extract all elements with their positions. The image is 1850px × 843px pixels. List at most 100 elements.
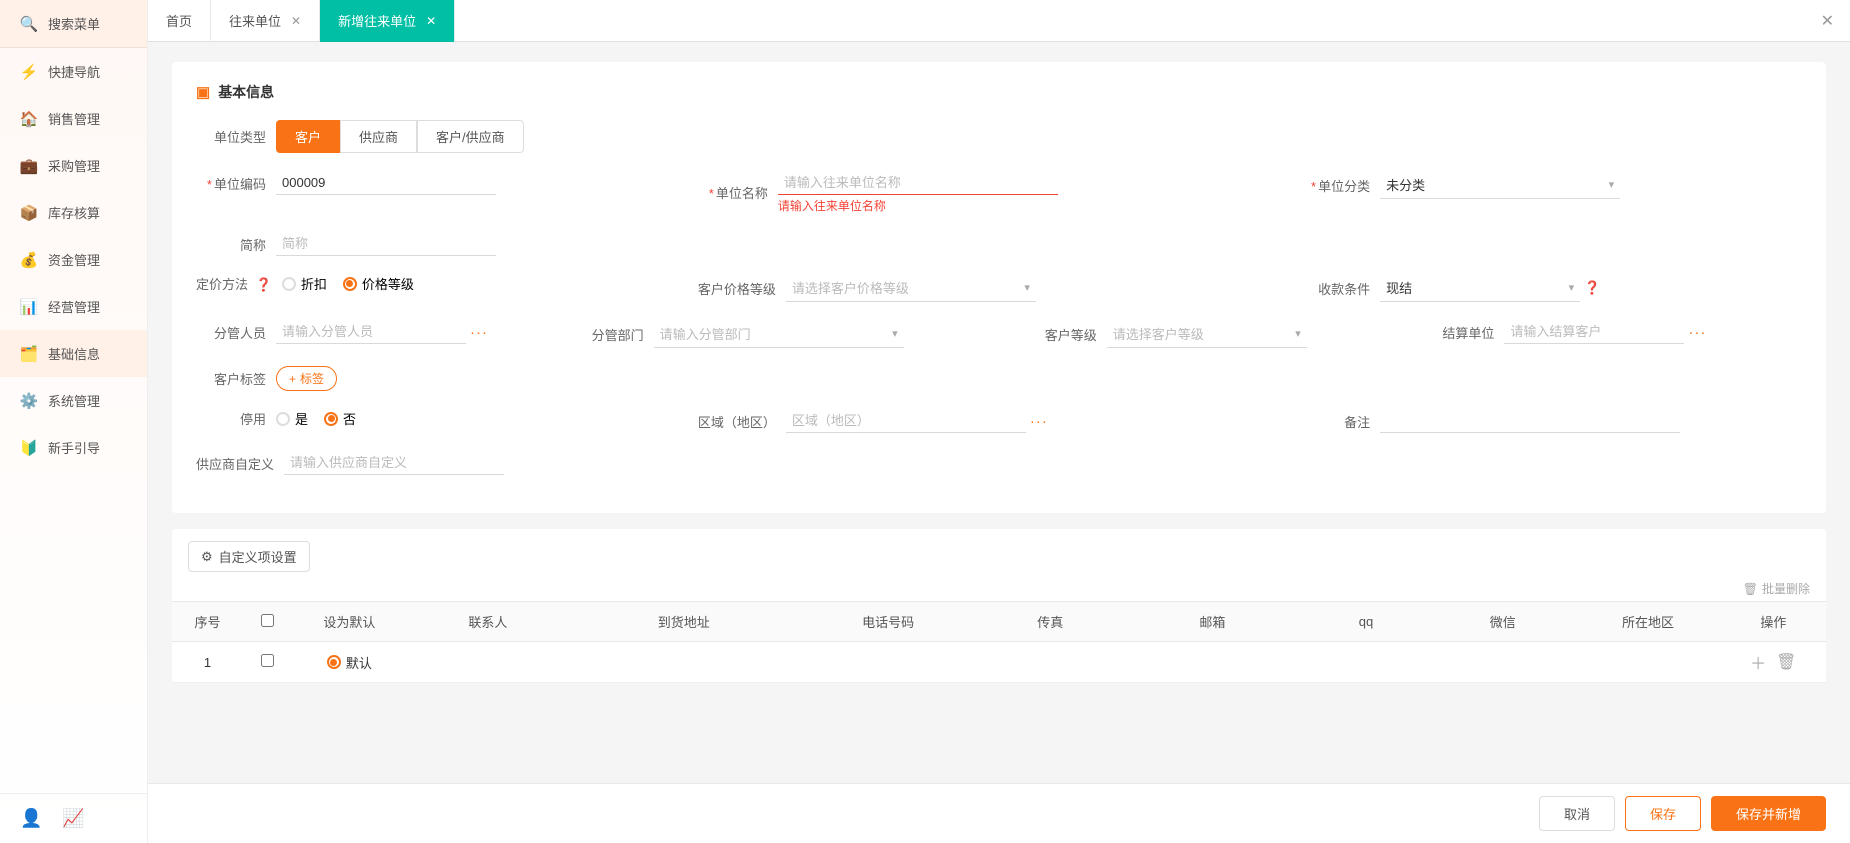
department-select[interactable]: 请输入分管部门 ▾	[654, 320, 904, 348]
pricing-method-field: 定价方法 ❓ 折扣 价格等级	[196, 274, 698, 293]
main-content: 首页 往来单位 ✕ 新增往来单位 ✕ ✕ ▣ 基本信息 单位类型	[148, 0, 1850, 843]
settlement-more-button[interactable]: ···	[1688, 324, 1706, 341]
table-toolbar: 🗑 批量删除	[172, 572, 1826, 601]
short-name-field: 简称	[196, 232, 1802, 256]
save-button[interactable]: 保存	[1625, 796, 1701, 831]
radio-price-level[interactable]: 价格等级	[343, 274, 414, 293]
sidebar-item-operation[interactable]: 📊 经营管理	[0, 283, 147, 330]
manager-more-button[interactable]: ···	[470, 324, 488, 341]
manager-field: 分管人员 ···	[196, 320, 574, 344]
plus-icon: +	[289, 372, 296, 386]
short-name-input[interactable]	[276, 232, 496, 256]
address-input[interactable]	[624, 655, 744, 670]
unit-category-select[interactable]: 未分类 ▾	[1380, 171, 1620, 199]
col-contact: 联系人	[407, 602, 569, 642]
user-icon[interactable]: 👤	[20, 808, 42, 829]
tab-new-counterparty[interactable]: 新增往来单位 ✕	[320, 0, 455, 42]
cell-contact[interactable]	[407, 642, 569, 683]
chevron-payment-icon: ▾	[1569, 281, 1575, 294]
radio-yes[interactable]: 是	[276, 409, 308, 428]
window-close-button[interactable]: ✕	[1805, 11, 1850, 31]
sidebar-item-sales[interactable]: 🏠 销售管理	[0, 95, 147, 142]
default-radio[interactable]: 默认	[300, 653, 399, 672]
cell-wechat[interactable]	[1430, 642, 1575, 683]
region-table-input[interactable]	[1613, 655, 1683, 670]
add-row-button[interactable]: ＋	[1750, 650, 1766, 674]
contacts-table: 序号 设为默认 联系人 到货地址 电话号码 传真 邮箱 qq 微信 所在地区 操…	[172, 601, 1826, 683]
phone-input[interactable]	[843, 655, 933, 670]
tab-new-counterparty-close[interactable]: ✕	[426, 15, 436, 27]
sidebar-item-inventory[interactable]: 📦 库存核算	[0, 189, 147, 236]
tab-counterparty-close[interactable]: ✕	[291, 15, 301, 27]
pricing-help-icon[interactable]: ❓	[256, 277, 272, 292]
customer-level-select[interactable]: 请选择客户等级 ▾	[1107, 320, 1307, 348]
unit-type-customer[interactable]: 客户	[276, 120, 340, 153]
sidebar-item-system[interactable]: ⚙️ 系统管理	[0, 377, 147, 424]
payment-terms-select[interactable]: 现结 ▾	[1380, 274, 1580, 302]
cell-fax[interactable]	[978, 642, 1123, 683]
unit-code-input[interactable]	[276, 171, 496, 195]
row-actions: ＋ 🗑	[1729, 650, 1818, 674]
region-input[interactable]	[786, 409, 1026, 433]
customer-price-level-select[interactable]: 请选择客户价格等级 ▾	[786, 274, 1036, 302]
unit-type-label: 单位类型	[196, 127, 276, 146]
sidebar-item-search[interactable]: 🔍 搜索菜单	[0, 0, 147, 48]
unit-code-field: *单位编码	[196, 171, 698, 195]
cell-qq[interactable]	[1302, 642, 1430, 683]
manager-input[interactable]	[276, 320, 466, 344]
customer-level-label: 客户等级	[1027, 325, 1107, 344]
row-checkbox[interactable]	[261, 654, 274, 667]
col-region: 所在地区	[1575, 602, 1720, 642]
tab-counterparty[interactable]: 往来单位 ✕	[211, 0, 320, 42]
tab-home[interactable]: 首页	[148, 0, 211, 42]
cell-email[interactable]	[1123, 642, 1302, 683]
custom-settings-button[interactable]: ⚙ 自定义项设置	[188, 541, 310, 572]
payment-help-icon[interactable]: ❓	[1584, 280, 1600, 296]
save-and-new-button[interactable]: 保存并新增	[1711, 796, 1826, 831]
custom-settings-row: ⚙ 自定义项设置	[172, 529, 1826, 572]
disabled-field: 停用 是 否	[196, 409, 698, 428]
unit-type-supplier[interactable]: 供应商	[340, 120, 417, 153]
customer-price-level-label: 客户价格等级	[698, 279, 786, 298]
remarks-input[interactable]	[1380, 409, 1680, 433]
batch-delete-icon: 🗑	[1743, 582, 1758, 596]
sidebar-item-guide[interactable]: 🔰 新手引导	[0, 424, 147, 471]
cell-phone[interactable]	[799, 642, 978, 683]
manager-label: 分管人员	[196, 323, 276, 342]
chevron-level-icon: ▾	[1295, 327, 1301, 340]
cell-region[interactable]	[1575, 642, 1720, 683]
qq-input[interactable]	[1336, 655, 1396, 670]
email-input[interactable]	[1167, 655, 1257, 670]
sidebar-item-basic-info[interactable]: 🗂️ 基础信息	[0, 330, 147, 377]
settings-icon: ⚙	[201, 549, 213, 565]
wechat-input[interactable]	[1468, 655, 1538, 670]
batch-delete-button[interactable]: 🗑 批量删除	[1743, 580, 1810, 597]
sidebar-item-purchase[interactable]: 💼 采购管理	[0, 142, 147, 189]
stats-icon[interactable]: 📈	[62, 808, 84, 829]
remarks-field: 备注	[1300, 409, 1802, 433]
sidebar-item-quick-nav[interactable]: ⚡ 快捷导航	[0, 48, 147, 95]
folder-icon: 🗂️	[20, 345, 38, 363]
pricing-method-radio-group: 折扣 价格等级	[282, 274, 414, 293]
settlement-unit-input[interactable]	[1504, 320, 1684, 344]
disabled-radio-group: 是 否	[276, 409, 356, 428]
add-tag-button[interactable]: + 标签	[276, 366, 337, 391]
cell-address[interactable]	[569, 642, 799, 683]
sidebar-item-finance[interactable]: 💰 资金管理	[0, 236, 147, 283]
customer-tag-label: 客户标签	[196, 369, 276, 388]
unit-type-both[interactable]: 客户/供应商	[417, 120, 524, 153]
region-label: 区域（地区）	[698, 412, 786, 431]
delete-row-button[interactable]: 🗑	[1776, 652, 1796, 672]
radio-discount[interactable]: 折扣	[282, 274, 327, 293]
fax-input[interactable]	[1015, 655, 1085, 670]
unit-name-input[interactable]	[778, 171, 1058, 195]
select-all-checkbox[interactable]	[261, 614, 274, 627]
payment-terms-label: 收款条件	[1300, 279, 1380, 298]
supplier-custom-input[interactable]	[284, 451, 504, 475]
radio-no[interactable]: 否	[324, 409, 356, 428]
cancel-button[interactable]: 取消	[1539, 796, 1615, 831]
region-more-button[interactable]: ···	[1030, 413, 1048, 430]
col-address: 到货地址	[569, 602, 799, 642]
contact-input[interactable]	[448, 655, 528, 670]
chevron-down-icon: ▾	[1609, 178, 1615, 191]
